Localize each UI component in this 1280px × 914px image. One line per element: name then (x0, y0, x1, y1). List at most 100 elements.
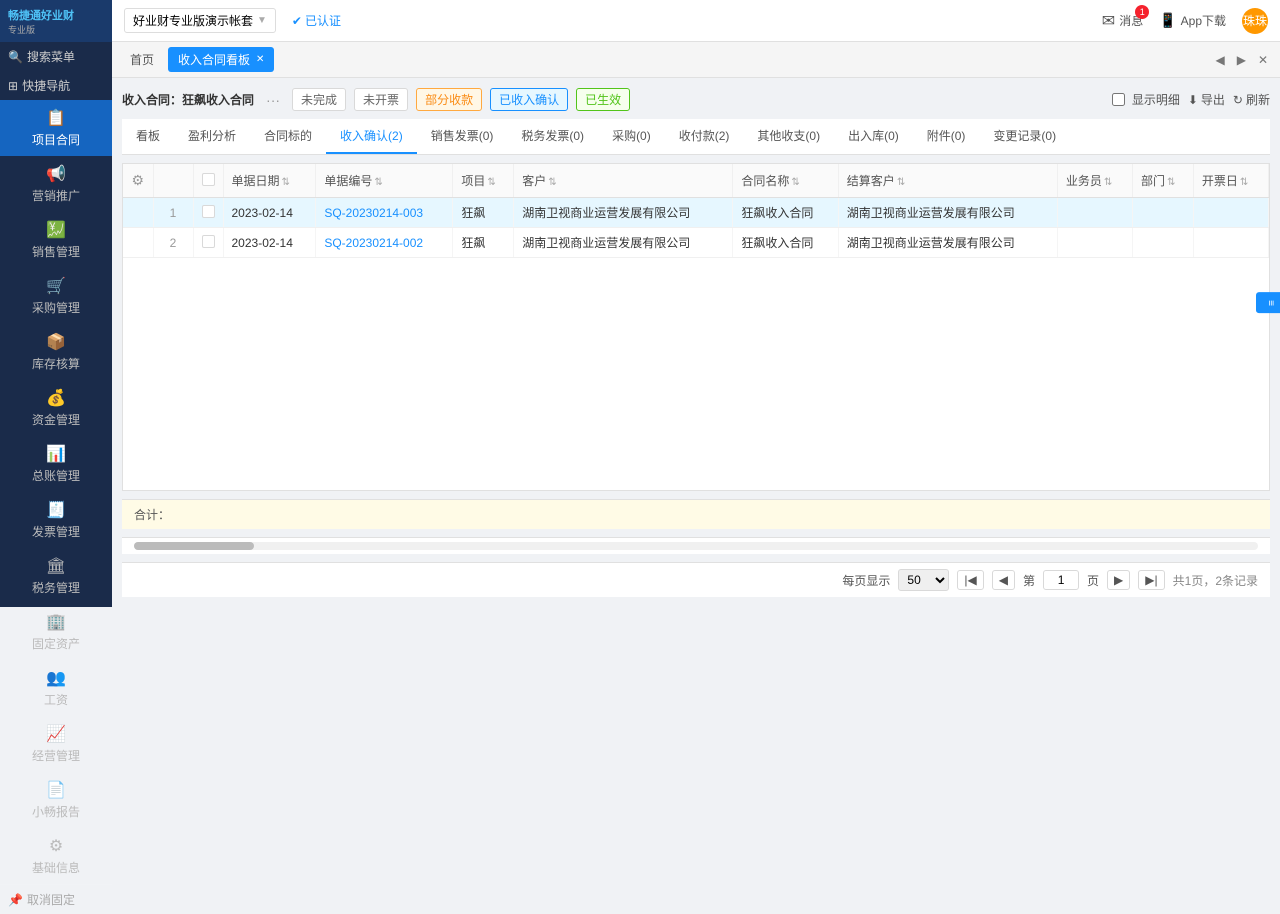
sidebar-item-hr[interactable]: 👥 工资 (0, 660, 112, 716)
sort-contract-icon[interactable]: ⇅ (791, 177, 799, 188)
page-title-name: 狂飙收入合同 (182, 93, 254, 107)
page-last-btn[interactable]: ▶| (1138, 570, 1164, 590)
page-prev-btn[interactable]: ◀ (992, 570, 1015, 590)
tab-sales-invoice[interactable]: 销售发票(0) (417, 119, 508, 154)
sort-salesman-icon[interactable]: ⇅ (1104, 177, 1112, 188)
hr-icon: 👥 (46, 668, 66, 688)
sidebar-item-invoice-label: 发票管理 (32, 523, 80, 540)
scrollbar-thumb[interactable] (134, 542, 254, 550)
close-tab-icon[interactable]: ✕ (256, 54, 264, 65)
status-incomplete-btn[interactable]: 未完成 (292, 88, 346, 111)
refresh-button[interactable]: ↻ 刷新 (1233, 91, 1270, 108)
nav-next-icon[interactable]: ▶ (1233, 51, 1250, 69)
sidebar-item-general[interactable]: 📊 总账管理 (0, 436, 112, 492)
nav-close-icon[interactable]: ✕ (1254, 51, 1272, 69)
topbar: 好业财专业版演示帐套 ▼ ✔ 已认证 ✉ 1 消息 📱 App下载 珠珠 (112, 0, 1280, 42)
table-row[interactable]: 2 2023-02-14 SQ-20230214-002 狂飙 湖南卫视商业运营… (123, 228, 1269, 258)
page-first-btn[interactable]: |◀ (957, 570, 983, 590)
sidebar-unpin[interactable]: 📌 取消固定 (0, 884, 112, 914)
tab-payment[interactable]: 收付款(2) (665, 119, 744, 154)
sidebar-item-invoice[interactable]: 🧾 发票管理 (0, 492, 112, 548)
sidebar-search[interactable]: 🔍 搜索菜单 (0, 42, 112, 71)
sidebar-item-report[interactable]: 📄 小畅报告 (0, 772, 112, 828)
row-checkbox-1[interactable] (202, 235, 215, 248)
tab-attachment[interactable]: 附件(0) (913, 119, 980, 154)
status-partial-btn[interactable]: 部分收款 (416, 88, 482, 111)
sidebar-quick-nav-label: 快捷导航 (22, 77, 70, 94)
per-page-label: 每页显示 (842, 572, 890, 589)
sort-project-icon[interactable]: ⇅ (487, 177, 495, 188)
table-row[interactable]: 1 2023-02-14 SQ-20230214-003 狂飙 湖南卫视商业运营… (123, 198, 1269, 228)
tab-home[interactable]: 首页 (120, 47, 164, 72)
sidebar-item-marketing[interactable]: 📢 营销推广 (0, 156, 112, 212)
sidebar-item-project[interactable]: 📋 项目合同 (0, 100, 112, 156)
page-input[interactable] (1043, 570, 1079, 590)
sidebar-item-sales[interactable]: 💹 销售管理 (0, 212, 112, 268)
sidebar-item-purchase[interactable]: 🛒 采购管理 (0, 268, 112, 324)
select-all-checkbox[interactable] (202, 173, 215, 186)
cell-bill-no-1[interactable]: SQ-20230214-002 (316, 228, 453, 258)
msg-button[interactable]: ✉ 1 消息 (1102, 11, 1143, 31)
tab-purchase[interactable]: 采购(0) (598, 119, 665, 154)
app-download-button[interactable]: 📱 App下载 (1159, 12, 1226, 29)
detail-checkbox-input[interactable] (1112, 93, 1125, 106)
col-header-bill-no: 单据编号⇅ (316, 164, 453, 198)
avatar: 珠珠 (1242, 8, 1268, 34)
tab-outin[interactable]: 出入库(0) (834, 119, 913, 154)
status-confirmed-btn[interactable]: 已收入确认 (490, 88, 568, 111)
tab-confirm[interactable]: 收入确认(2) (326, 119, 417, 154)
sidebar-bottom-label: 取消固定 (27, 891, 75, 908)
tab-changes[interactable]: 变更记录(0) (979, 119, 1070, 154)
bill-no-link-1[interactable]: SQ-20230214-002 (324, 236, 423, 250)
page-next-btn[interactable]: ▶ (1107, 570, 1130, 590)
cell-checkbox-0 (193, 198, 223, 228)
tab-contract-subject[interactable]: 合同标的 (250, 119, 326, 154)
more-options-button[interactable]: ··· (262, 92, 284, 108)
export-button[interactable]: ⬇ 导出 (1188, 91, 1225, 108)
row-checkbox-0[interactable] (202, 205, 215, 218)
company-selector[interactable]: 好业财专业版演示帐套 ▼ (124, 8, 276, 33)
sidebar-item-mgmt[interactable]: 📈 经营管理 (0, 716, 112, 772)
cell-bill-no-0[interactable]: SQ-20230214-003 (316, 198, 453, 228)
sidebar-item-tax[interactable]: 🏛 税务管理 (0, 548, 112, 604)
sort-dept-icon[interactable]: ⇅ (1167, 177, 1175, 188)
sort-open-date-icon[interactable]: ⇅ (1240, 177, 1248, 188)
sort-date-icon[interactable]: ⇅ (282, 177, 290, 188)
tab-other[interactable]: 其他收支(0) (743, 119, 834, 154)
sidebar-quick-nav[interactable]: ⊞ 快捷导航 (0, 71, 112, 100)
show-detail-checkbox[interactable]: 显示明细 (1112, 91, 1180, 108)
column-setting-icon[interactable]: ⚙ (131, 172, 144, 188)
sort-customer-icon[interactable]: ⇅ (548, 177, 556, 188)
tab-profit[interactable]: 盈利分析 (174, 119, 250, 154)
col-header-contract: 合同名称⇅ (733, 164, 838, 198)
cell-setting-1 (123, 228, 153, 258)
tab-kanban[interactable]: 看板 (122, 119, 174, 154)
sidebar-item-funds[interactable]: 💰 资金管理 (0, 380, 112, 436)
sidebar-item-marketing-label: 营销推广 (32, 187, 80, 204)
sidebar-item-assets[interactable]: 🏢 固定资产 (0, 604, 112, 660)
sidebar-item-inventory[interactable]: 📦 库存核算 (0, 324, 112, 380)
page-total: 共1页，2条记录 (1173, 572, 1258, 589)
cell-contract-1: 狂飙收入合同 (733, 228, 838, 258)
status-uninvoiced-btn[interactable]: 未开票 (354, 88, 408, 111)
status-effective-btn[interactable]: 已生效 (576, 88, 630, 111)
float-action-btn[interactable]: ≡ (1256, 292, 1280, 314)
horizontal-scrollbar[interactable] (122, 537, 1270, 554)
page-header: 收入合同：狂飙收入合同 ··· 未完成 未开票 部分收款 已收入确认 已生效 显… (122, 88, 1270, 111)
sort-end-customer-icon[interactable]: ⇅ (897, 177, 905, 188)
col-no (153, 164, 193, 198)
user-avatar-button[interactable]: 珠珠 (1242, 8, 1268, 34)
tab-contract-board[interactable]: 收入合同看板 ✕ (168, 47, 274, 72)
sort-bill-no-icon[interactable]: ⇅ (374, 177, 382, 188)
cell-dept-1 (1132, 228, 1193, 258)
app-download-label: App下载 (1181, 12, 1226, 29)
sidebar-item-assets-label: 固定资产 (32, 635, 80, 652)
nav-prev-icon[interactable]: ◀ (1211, 51, 1228, 69)
report-icon: 📄 (46, 780, 66, 800)
show-detail-label: 显示明细 (1132, 91, 1180, 108)
sidebar-item-basic[interactable]: ⚙ 基础信息 (0, 828, 112, 884)
scrollbar-track (134, 542, 1258, 550)
page-size-select[interactable]: 50 20 100 (898, 569, 949, 591)
bill-no-link-0[interactable]: SQ-20230214-003 (324, 206, 423, 220)
tab-tax-invoice[interactable]: 税务发票(0) (507, 119, 598, 154)
